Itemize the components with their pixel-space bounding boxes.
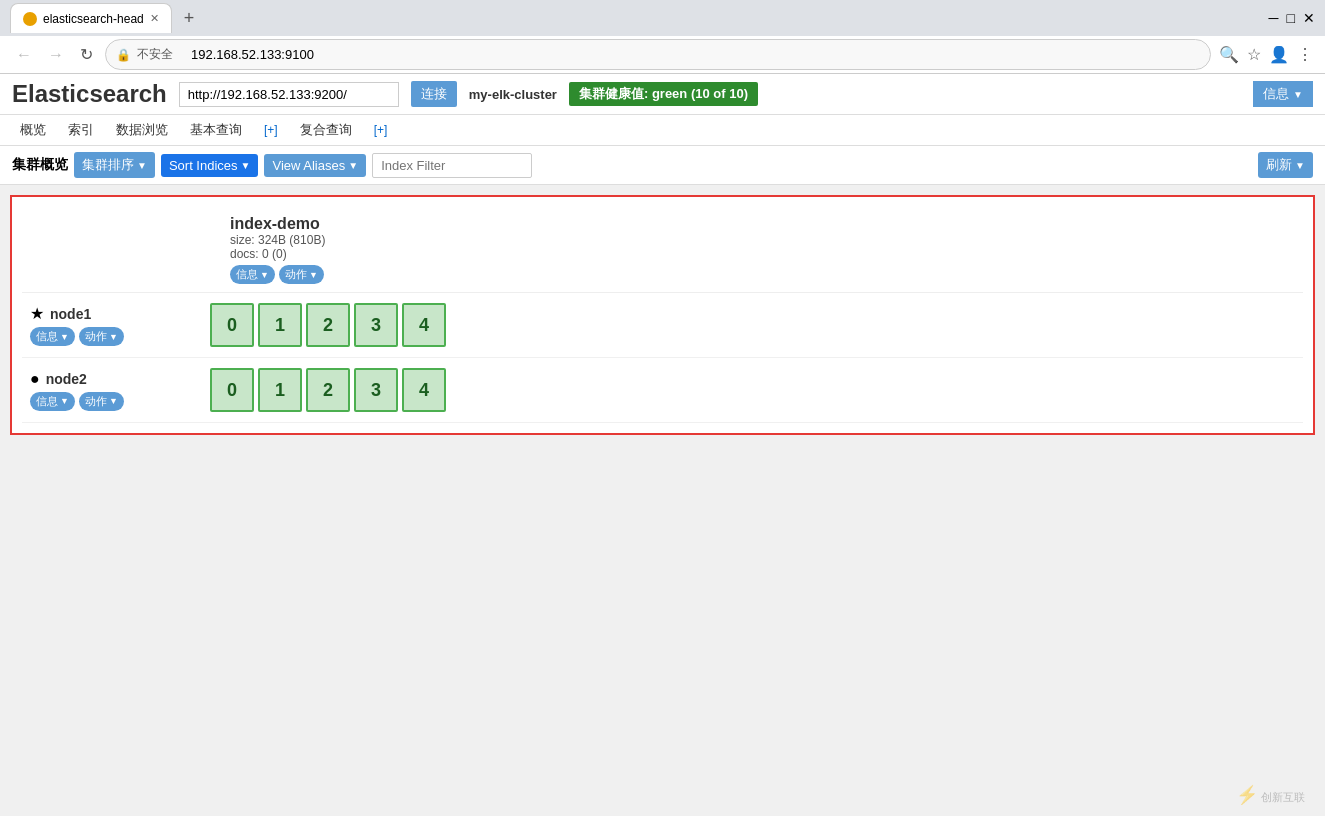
index-action-button[interactable]: 动作 ▼ bbox=[279, 265, 324, 284]
nav-tab-basic-query-add[interactable]: [+] bbox=[256, 121, 286, 139]
cluster-name: my-elk-cluster bbox=[469, 87, 557, 102]
nav-tab-data-browse[interactable]: 数据浏览 bbox=[108, 119, 176, 141]
node1-info: ★ node1 信息 ▼ 动作 ▼ bbox=[30, 304, 210, 346]
nav-tab-complex-query[interactable]: 复合查询 bbox=[292, 119, 360, 141]
new-tab-button[interactable]: + bbox=[176, 8, 203, 29]
app-info-button[interactable]: 信息 ▼ bbox=[1253, 81, 1313, 107]
index-docs: docs: 0 (0) bbox=[230, 247, 325, 261]
minimize-icon[interactable]: ─ bbox=[1269, 10, 1279, 26]
node2-shard-1[interactable]: 1 bbox=[258, 368, 302, 412]
node1-star-icon: ★ bbox=[30, 304, 44, 323]
sort-indices-caret-icon: ▼ bbox=[241, 160, 251, 171]
app-header: Elasticsearch 连接 my-elk-cluster 集群健康值: g… bbox=[0, 74, 1325, 115]
index-info-button[interactable]: 信息 ▼ bbox=[230, 265, 275, 284]
cluster-sort-button[interactable]: 集群排序 ▼ bbox=[74, 152, 155, 178]
tab-title: elasticsearch-head bbox=[43, 12, 144, 26]
cluster-panel: index-demo size: 324B (810B) docs: 0 (0)… bbox=[10, 195, 1315, 435]
restore-icon[interactable]: □ bbox=[1287, 10, 1295, 26]
sort-indices-label: Sort Indices bbox=[169, 158, 238, 173]
health-badge: 集群健康值: green (10 of 10) bbox=[569, 82, 758, 106]
node1-name: node1 bbox=[50, 306, 91, 322]
refresh-label: 刷新 bbox=[1266, 156, 1292, 174]
search-icon[interactable]: 🔍 bbox=[1219, 45, 1239, 64]
node1-shard-1[interactable]: 1 bbox=[258, 303, 302, 347]
node2-info-button[interactable]: 信息 ▼ bbox=[30, 392, 75, 411]
address-input[interactable] bbox=[179, 43, 1200, 66]
node1-info-caret-icon: ▼ bbox=[60, 332, 69, 342]
view-aliases-button[interactable]: View Aliases ▼ bbox=[264, 154, 366, 177]
index-header: index-demo size: 324B (810B) docs: 0 (0)… bbox=[210, 215, 325, 284]
index-action-buttons: 信息 ▼ 动作 ▼ bbox=[230, 265, 325, 284]
index-info-caret-icon: ▼ bbox=[260, 270, 269, 280]
node1-action-label: 动作 bbox=[85, 329, 107, 344]
index-info-label: 信息 bbox=[236, 267, 258, 282]
node1-shards: 0 1 2 3 4 bbox=[210, 303, 446, 347]
close-icon[interactable]: ✕ bbox=[1303, 10, 1315, 26]
node1-row: ★ node1 信息 ▼ 动作 ▼ 0 bbox=[22, 293, 1303, 358]
nav-tab-overview[interactable]: 概览 bbox=[12, 119, 54, 141]
node1-info-label: 信息 bbox=[36, 329, 58, 344]
not-secure-label: 不安全 bbox=[137, 46, 173, 63]
bookmark-icon[interactable]: ☆ bbox=[1247, 45, 1261, 64]
index-filter-input[interactable] bbox=[372, 153, 532, 178]
node1-info-button[interactable]: 信息 ▼ bbox=[30, 327, 75, 346]
node1-shard-4[interactable]: 4 bbox=[402, 303, 446, 347]
forward-button[interactable]: → bbox=[44, 44, 68, 66]
account-icon[interactable]: 👤 bbox=[1269, 45, 1289, 64]
refresh-caret-icon: ▼ bbox=[1295, 160, 1305, 171]
info-label: 信息 bbox=[1263, 85, 1289, 103]
node2-info: ● node2 信息 ▼ 动作 ▼ bbox=[30, 370, 210, 411]
app-title: Elasticsearch bbox=[12, 80, 167, 108]
cluster-sort-label: 集群排序 bbox=[82, 156, 134, 174]
sort-indices-button[interactable]: Sort Indices ▼ bbox=[161, 154, 259, 177]
tab-favicon bbox=[23, 12, 37, 26]
index-size: size: 324B (810B) bbox=[230, 233, 325, 247]
browser-tab[interactable]: elasticsearch-head ✕ bbox=[10, 3, 172, 33]
index-action-caret-icon: ▼ bbox=[309, 270, 318, 280]
index-action-label: 动作 bbox=[285, 267, 307, 282]
node1-shard-3[interactable]: 3 bbox=[354, 303, 398, 347]
node1-shard-2[interactable]: 2 bbox=[306, 303, 350, 347]
node2-shard-4[interactable]: 4 bbox=[402, 368, 446, 412]
view-aliases-label: View Aliases bbox=[272, 158, 345, 173]
node2-action-caret-icon: ▼ bbox=[109, 396, 118, 406]
node2-shard-3[interactable]: 3 bbox=[354, 368, 398, 412]
menu-icon[interactable]: ⋮ bbox=[1297, 45, 1313, 64]
view-aliases-caret-icon: ▼ bbox=[348, 160, 358, 171]
node2-info-label: 信息 bbox=[36, 394, 58, 409]
node2-action-label: 动作 bbox=[85, 394, 107, 409]
cluster-sort-caret-icon: ▼ bbox=[137, 160, 147, 171]
node2-circle-icon: ● bbox=[30, 370, 40, 388]
back-button[interactable]: ← bbox=[12, 44, 36, 66]
node2-shard-2[interactable]: 2 bbox=[306, 368, 350, 412]
toolbar: 集群概览 集群排序 ▼ Sort Indices ▼ View Aliases … bbox=[0, 146, 1325, 185]
secure-icon: 🔒 bbox=[116, 48, 131, 62]
node2-action-button[interactable]: 动作 ▼ bbox=[79, 392, 124, 411]
node2-name: node2 bbox=[46, 371, 87, 387]
cluster-overview-label: 集群概览 bbox=[12, 156, 68, 174]
nav-tab-index[interactable]: 索引 bbox=[60, 119, 102, 141]
connect-url-input[interactable] bbox=[179, 82, 399, 107]
index-name: index-demo bbox=[230, 215, 325, 233]
connect-button[interactable]: 连接 bbox=[411, 81, 457, 107]
reload-button[interactable]: ↻ bbox=[76, 43, 97, 66]
nav-tabs: 概览 索引 数据浏览 基本查询 [+] 复合查询 [+] bbox=[0, 115, 1325, 146]
node2-row: ● node2 信息 ▼ 动作 ▼ 0 bbox=[22, 358, 1303, 423]
tab-close-icon[interactable]: ✕ bbox=[150, 12, 159, 25]
node1-shard-0[interactable]: 0 bbox=[210, 303, 254, 347]
node1-buttons: 信息 ▼ 动作 ▼ bbox=[30, 327, 124, 346]
node2-buttons: 信息 ▼ 动作 ▼ bbox=[30, 392, 124, 411]
info-caret-icon: ▼ bbox=[1293, 89, 1303, 100]
node2-info-caret-icon: ▼ bbox=[60, 396, 69, 406]
node1-action-button[interactable]: 动作 ▼ bbox=[79, 327, 124, 346]
nav-tab-complex-query-add[interactable]: [+] bbox=[366, 121, 396, 139]
node2-shards: 0 1 2 3 4 bbox=[210, 368, 446, 412]
node2-shard-0[interactable]: 0 bbox=[210, 368, 254, 412]
refresh-button[interactable]: 刷新 ▼ bbox=[1258, 152, 1313, 178]
node1-action-caret-icon: ▼ bbox=[109, 332, 118, 342]
nav-tab-basic-query[interactable]: 基本查询 bbox=[182, 119, 250, 141]
main-content: index-demo size: 324B (810B) docs: 0 (0)… bbox=[0, 185, 1325, 585]
